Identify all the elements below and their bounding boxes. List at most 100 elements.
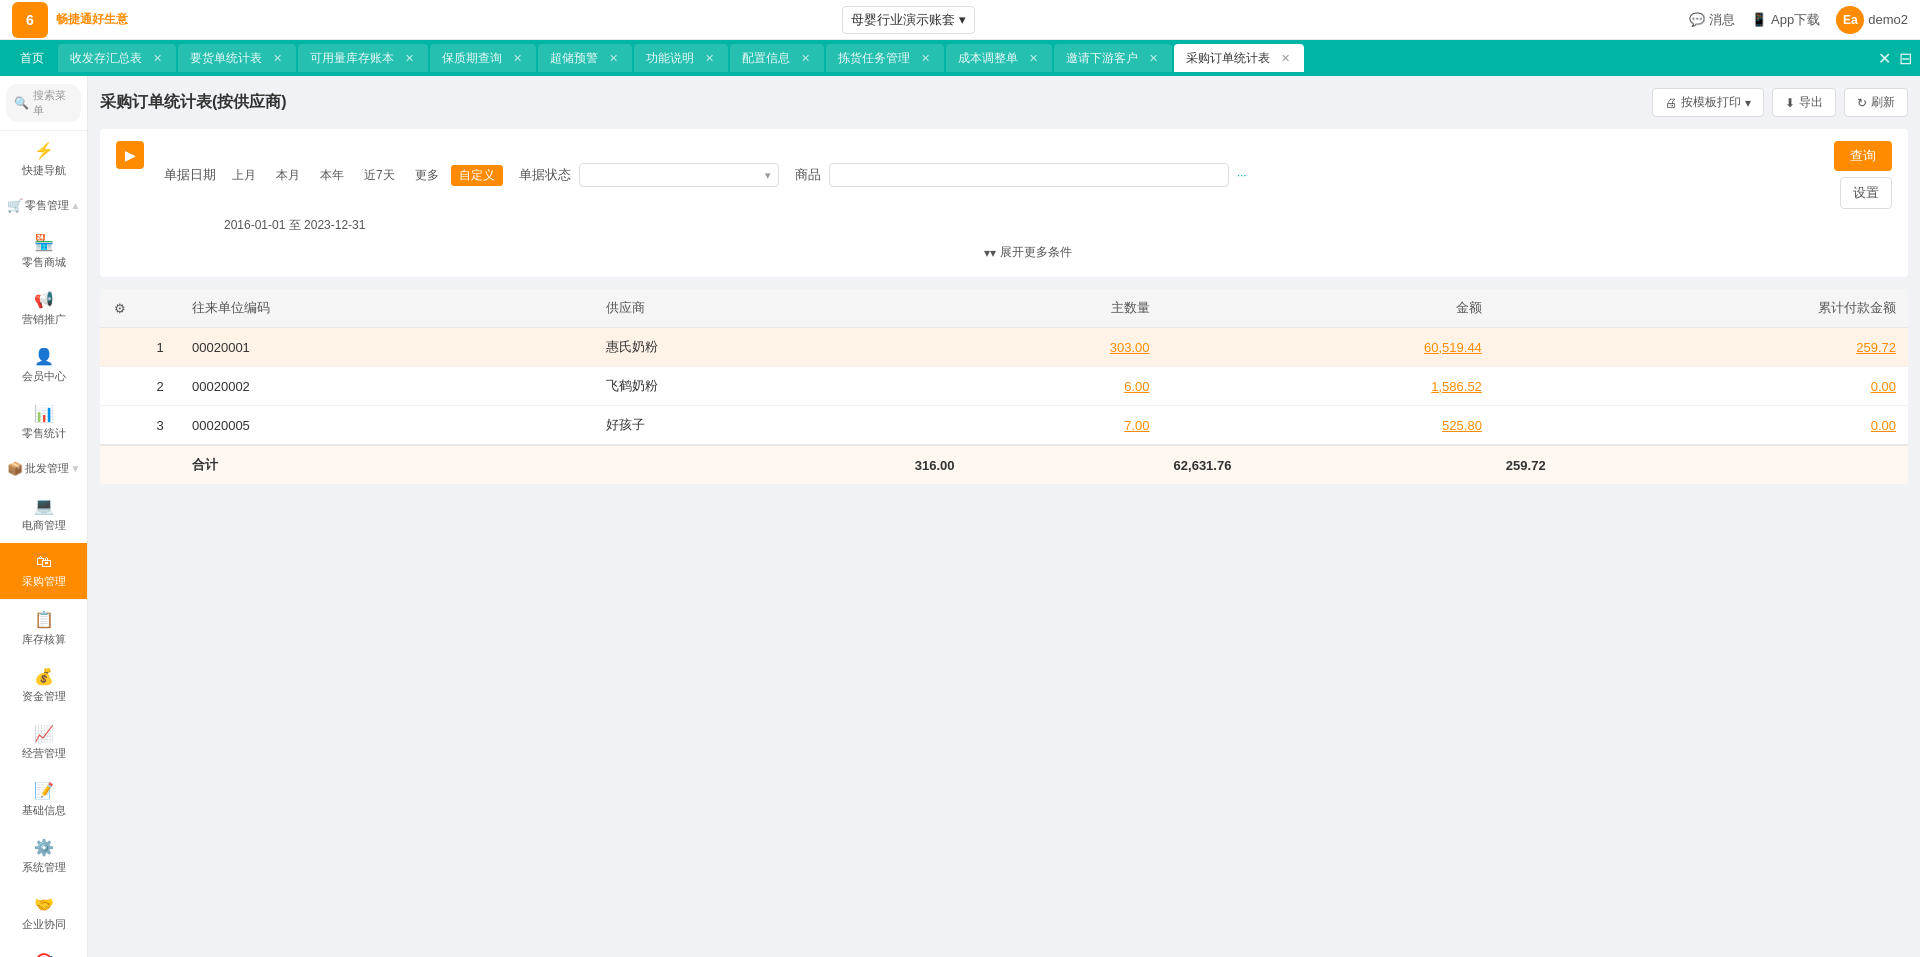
capital-icon: 💰 <box>34 667 54 686</box>
tab-overstock-warning[interactable]: 超储预警 ✕ <box>538 44 632 72</box>
date-shortcut-this-year[interactable]: 本年 <box>312 165 352 186</box>
tab-cost-adjust[interactable]: 成本调整单 ✕ <box>946 44 1052 72</box>
tab-close-expiry-query[interactable]: ✕ <box>510 51 524 65</box>
tab-invite-customer-label: 邀请下游客户 <box>1066 50 1138 67</box>
status-select[interactable] <box>579 163 779 187</box>
tab-home-label: 首页 <box>20 50 44 67</box>
status-filter-group: 单据状态 <box>519 163 779 187</box>
workspace-selector[interactable]: 母婴行业演示账套 ▾ <box>842 6 975 34</box>
sidebar-item-label: 经营管理 <box>22 746 66 761</box>
tab-close-config-info[interactable]: ✕ <box>798 51 812 65</box>
date-shortcut-last-month[interactable]: 上月 <box>224 165 264 186</box>
tab-expiry-query[interactable]: 保质期查询 ✕ <box>430 44 536 72</box>
sidebar-search-button[interactable]: 🔍 搜索菜单 <box>6 84 81 122</box>
print-button[interactable]: 🖨 按模板打印 ▾ <box>1652 88 1764 117</box>
sidebar-item-label: 批发管理 <box>25 461 69 476</box>
tab-close-invite-customer[interactable]: ✕ <box>1146 51 1160 65</box>
tab-pick-task[interactable]: 拣货任务管理 ✕ <box>826 44 944 72</box>
goods-input[interactable] <box>829 163 1229 187</box>
sidebar-item-marketing[interactable]: 📢 营销推广 <box>0 280 87 337</box>
sidebar-item-sys-mgmt[interactable]: ⚙️ 系统管理 <box>0 828 87 885</box>
app-download-button[interactable]: 📱 App下载 <box>1751 11 1820 29</box>
wholesale-expand-icon: ▼ <box>71 463 81 474</box>
refresh-button[interactable]: ↻ 刷新 <box>1844 88 1908 117</box>
goods-more-button[interactable]: ··· <box>1237 168 1247 182</box>
date-custom-badge[interactable]: 自定义 <box>451 165 503 186</box>
sidebar-item-enterprise-collab[interactable]: 🤝 企业协同 <box>0 885 87 942</box>
sidebar-item-label: 企业协同 <box>22 917 66 932</box>
cell-main-qty-3[interactable]: 7.00 <box>903 406 1162 446</box>
cell-paid-amount-1[interactable]: 259.72 <box>1494 328 1908 367</box>
footer-label: 合计 <box>180 445 903 484</box>
tab-invite-customer[interactable]: 邀请下游客户 ✕ <box>1054 44 1172 72</box>
cell-amount-3[interactable]: 525.80 <box>1162 406 1494 446</box>
export-button[interactable]: ⬇ 导出 <box>1772 88 1836 117</box>
cell-main-qty-2[interactable]: 6.00 <box>903 367 1162 406</box>
sidebar-item-member-center[interactable]: 👤 会员中心 <box>0 337 87 394</box>
tab-receive-summary[interactable]: 收发存汇总表 ✕ <box>58 44 176 72</box>
tab-close-purchase-summary[interactable]: ✕ <box>1278 51 1292 65</box>
tab-stock-ledger[interactable]: 可用量库存账本 ✕ <box>298 44 428 72</box>
table-row[interactable]: 3 00020005 好孩子 7.00 525.80 0.00 <box>100 406 1908 446</box>
logo-char: 6 <box>26 12 34 28</box>
sidebar-item-shortcut[interactable]: ⚡ 快捷导航 <box>0 131 87 188</box>
tab-config-info-label: 配置信息 <box>742 50 790 67</box>
cell-amount-2[interactable]: 1,586.52 <box>1162 367 1494 406</box>
settings-button[interactable]: 设置 <box>1840 177 1892 209</box>
goods-filter-group: 商品 ··· <box>795 163 1818 187</box>
date-shortcut-this-month[interactable]: 本月 <box>268 165 308 186</box>
date-shortcut-more[interactable]: 更多 <box>407 165 447 186</box>
footer-paid-amount: 259.72 <box>1494 445 1908 484</box>
sidebar-item-retail-shop[interactable]: 🏪 零售商城 <box>0 223 87 280</box>
date-shortcut-7days[interactable]: 近7天 <box>356 165 403 186</box>
export-label: 导出 <box>1799 94 1823 111</box>
expand-tabs-button[interactable]: ⊟ <box>1899 49 1912 68</box>
wholesale-mgmt-icon: 📦 <box>7 461 23 476</box>
tab-close-pick-task[interactable]: ✕ <box>918 51 932 65</box>
cell-paid-amount-3[interactable]: 0.00 <box>1494 406 1908 446</box>
column-settings-icon[interactable]: ⚙ <box>114 301 126 316</box>
tab-close-receive-summary[interactable]: ✕ <box>150 51 164 65</box>
sidebar-item-inventory[interactable]: 📋 库存核算 <box>0 600 87 657</box>
cell-paid-amount-2[interactable]: 0.00 <box>1494 367 1908 406</box>
tab-config-info[interactable]: 配置信息 ✕ <box>730 44 824 72</box>
sidebar-item-new-guide[interactable]: 🎯 新手引导 <box>0 942 87 957</box>
tab-order-summary[interactable]: 要货单统计表 ✕ <box>178 44 296 72</box>
sidebar-item-wholesale-mgmt[interactable]: 📦 批发管理 ▼ <box>0 451 87 486</box>
table-footer: 合计 316.00 62,631.76 259.72 <box>100 445 1908 484</box>
sidebar-item-retail-mgmt[interactable]: 🛒 零售管理 ▲ <box>0 188 87 223</box>
cell-main-qty-1[interactable]: 303.00 <box>903 328 1162 367</box>
tab-close-cost-adjust[interactable]: ✕ <box>1026 51 1040 65</box>
query-button[interactable]: 查询 <box>1834 141 1892 171</box>
filter-collapse-button[interactable]: ▶ <box>116 141 144 169</box>
tab-home[interactable]: 首页 <box>8 44 56 72</box>
sidebar-item-ops-mgmt[interactable]: 📈 经营管理 <box>0 714 87 771</box>
sidebar-item-retail-stats[interactable]: 📊 零售统计 <box>0 394 87 451</box>
user-area[interactable]: Ea demo2 <box>1836 6 1908 34</box>
tab-close-func-desc[interactable]: ✕ <box>702 51 716 65</box>
col-amount-label: 金额 <box>1456 300 1482 315</box>
app-logo: 6 <box>12 2 48 38</box>
message-label: 消息 <box>1709 11 1735 29</box>
footer-main-qty: 316.00 <box>903 445 1162 484</box>
sidebar-item-ecommerce[interactable]: 💻 电商管理 <box>0 486 87 543</box>
sidebar-item-purchase-mgmt[interactable]: 🛍 采购管理 <box>0 543 87 600</box>
close-all-tabs-button[interactable]: ✕ <box>1878 49 1891 68</box>
sidebar-item-capital[interactable]: 💰 资金管理 <box>0 657 87 714</box>
basic-info-icon: 📝 <box>34 781 54 800</box>
page-content: 采购订单统计表(按供应商) 🖨 按模板打印 ▾ ⬇ 导出 ↻ 刷新 <box>88 76 1920 957</box>
cell-rownum-3: 3 <box>140 406 180 446</box>
logo-area: 6 畅捷通好生意 <box>12 2 128 38</box>
tab-purchase-summary[interactable]: 采购订单统计表 ✕ <box>1174 44 1304 72</box>
sys-mgmt-icon: ⚙️ <box>34 838 54 857</box>
tab-close-overstock-warning[interactable]: ✕ <box>606 51 620 65</box>
cell-amount-1[interactable]: 60,519.44 <box>1162 328 1494 367</box>
expand-more-button[interactable]: ▾▾ 展开更多条件 <box>164 240 1892 265</box>
message-button[interactable]: 💬 消息 <box>1689 11 1735 29</box>
tab-func-desc[interactable]: 功能说明 ✕ <box>634 44 728 72</box>
tab-close-order-summary[interactable]: ✕ <box>270 51 284 65</box>
table-row[interactable]: 1 00020001 惠氏奶粉 303.00 60,519.44 259.72 <box>100 328 1908 367</box>
sidebar-item-basic-info[interactable]: 📝 基础信息 <box>0 771 87 828</box>
tab-close-stock-ledger[interactable]: ✕ <box>402 51 416 65</box>
table-row[interactable]: 2 00020002 飞鹤奶粉 6.00 1,586.52 0.00 <box>100 367 1908 406</box>
